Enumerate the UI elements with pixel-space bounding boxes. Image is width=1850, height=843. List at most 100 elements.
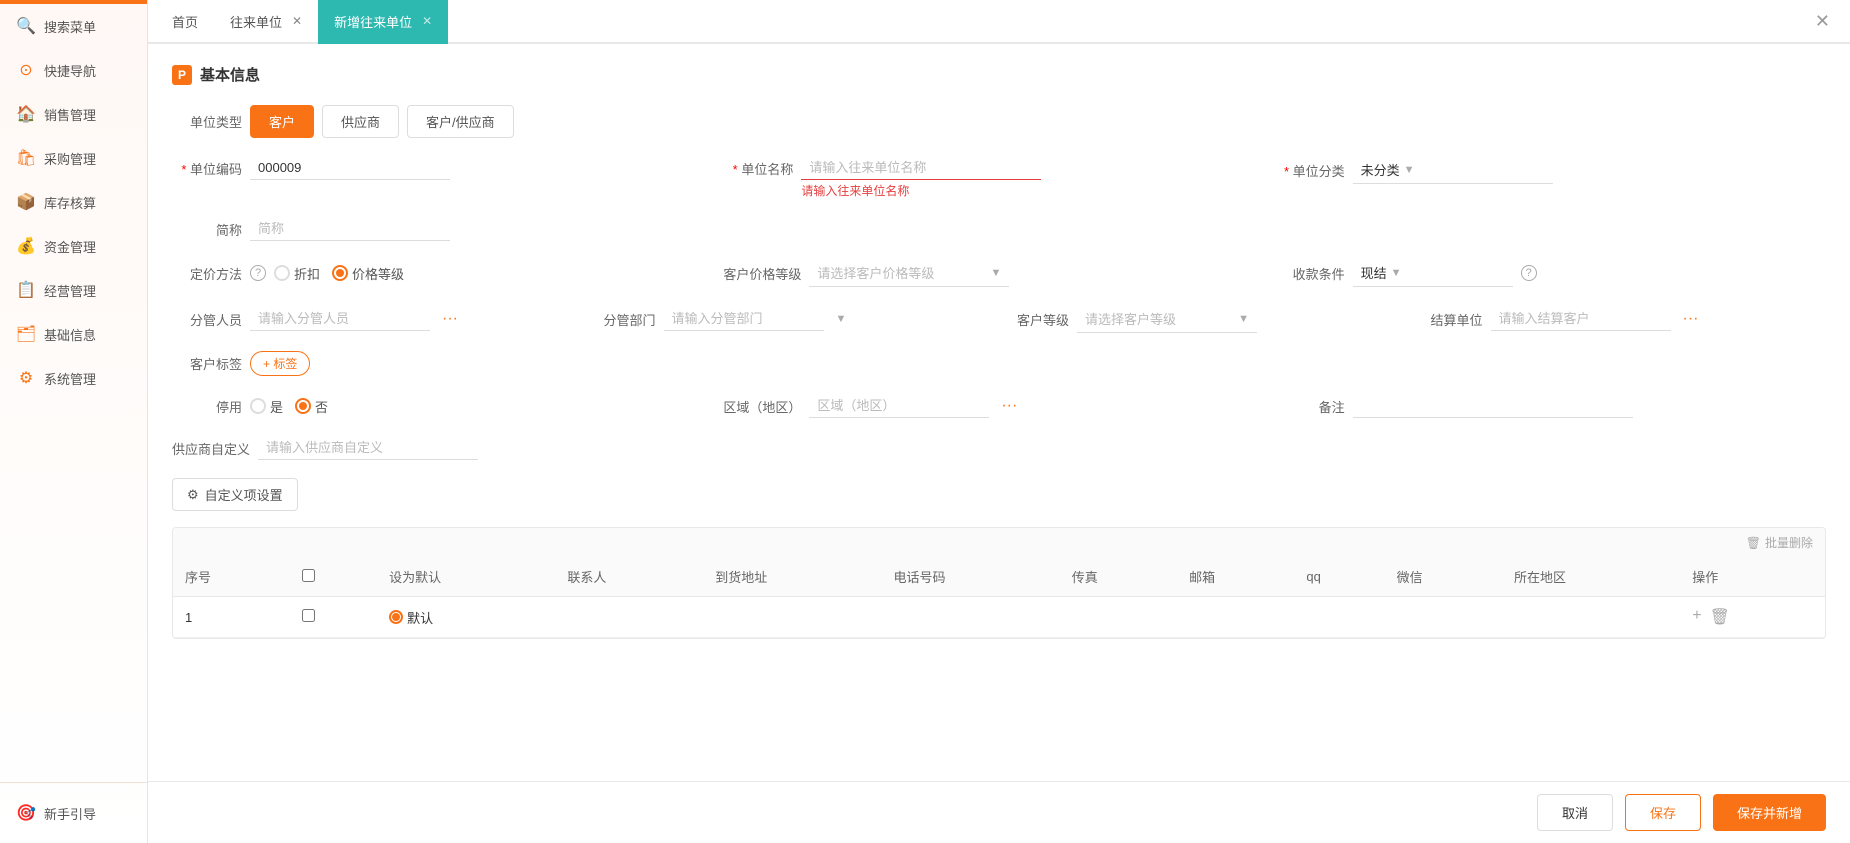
save-button[interactable]: 保存 <box>1625 794 1701 831</box>
radio-yes-label: 是 <box>270 397 283 416</box>
sidebar-item-search[interactable]: 🔍 搜索菜单 <box>0 4 147 48</box>
col-address: 到货地址 <box>703 557 881 597</box>
sidebar-item-purchase[interactable]: 🛍 采购管理 <box>0 136 147 180</box>
sidebar-item-operations[interactable]: 📋 经营管理 <box>0 268 147 312</box>
col-default: 设为默认 <box>377 557 555 597</box>
customer-price-level-select[interactable]: 请选择客户价格等级 ▼ <box>809 259 1009 287</box>
radio-yes-circle <box>250 398 266 414</box>
payment-help-icon[interactable]: ? <box>1521 265 1537 281</box>
sidebar-item-inventory[interactable]: 📦 库存核算 <box>0 180 147 224</box>
section-title: P 基本信息 <box>172 64 1826 85</box>
cell-wechat <box>1385 597 1502 638</box>
section-icon: P <box>172 65 192 85</box>
close-all-tabs-button[interactable]: ✕ <box>1803 11 1842 32</box>
sidebar-item-guide[interactable]: 🎯 新手引导 <box>0 791 147 835</box>
tags-label: 客户标签 <box>172 354 242 373</box>
abbr-label: 简称 <box>172 220 242 239</box>
category-arrow-icon: ▼ <box>1404 164 1415 176</box>
cell-email <box>1177 597 1294 638</box>
col-phone: 电话号码 <box>882 557 1060 597</box>
custom-settings-label: 自定义项设置 <box>205 485 283 504</box>
btn-supplier[interactable]: 供应商 <box>322 105 399 138</box>
department-input[interactable] <box>664 307 824 331</box>
radio-no[interactable]: 否 <box>295 397 328 416</box>
sidebar-item-system[interactable]: ⚙ 系统管理 <box>0 356 147 400</box>
unit-name-field: 单位名称 请输入往来单位名称 <box>723 156 1274 199</box>
payment-terms-select[interactable]: 现结 ▼ <box>1353 259 1513 287</box>
manager-row: 分管人员 ··· 分管部门 ▼ 客户等级 请选择客户等级 ▼ 结算单位 ··· <box>172 305 1826 333</box>
manager-more-icon[interactable]: ··· <box>438 310 462 328</box>
manager-input[interactable] <box>250 307 430 331</box>
cell-contact <box>555 597 703 638</box>
remark-input[interactable] <box>1353 394 1633 418</box>
tab-home[interactable]: 首页 <box>156 0 214 44</box>
tags-row: 客户标签 + 标签 <box>172 351 1826 376</box>
payment-terms-arrow-icon: ▼ <box>1391 267 1402 279</box>
payment-terms-field: 收款条件 现结 ▼ ? <box>1275 259 1826 287</box>
row-checkbox[interactable] <box>302 609 315 622</box>
sidebar-item-sales[interactable]: 🏠 销售管理 <box>0 92 147 136</box>
radio-price-level-circle <box>332 265 348 281</box>
trash-icon: 🗑 <box>1746 536 1761 550</box>
col-fax: 传真 <box>1060 557 1177 597</box>
customer-level-select[interactable]: 请选择客户等级 ▼ <box>1077 305 1257 333</box>
cell-qq <box>1294 597 1384 638</box>
add-row-icon[interactable]: + <box>1692 607 1701 627</box>
cell-check <box>290 597 377 638</box>
cancel-button[interactable]: 取消 <box>1537 794 1613 831</box>
sidebar-item-basic-info[interactable]: 🗂 基础信息 <box>0 312 147 356</box>
settlement-more-icon[interactable]: ··· <box>1679 310 1703 328</box>
sidebar-bottom: 🎯 新手引导 <box>0 782 147 843</box>
unit-name-input[interactable] <box>801 156 1041 180</box>
col-wechat: 微信 <box>1385 557 1502 597</box>
price-level-placeholder: 请选择客户价格等级 <box>817 263 986 282</box>
abbr-input[interactable] <box>250 217 450 241</box>
tab-partners[interactable]: 往来单位 ✕ <box>214 0 318 44</box>
customer-price-level-field: 客户价格等级 请选择客户价格等级 ▼ <box>723 259 1274 287</box>
btn-both[interactable]: 客户/供应商 <box>407 105 514 138</box>
cell-address <box>703 597 881 638</box>
finance-icon: 💰 <box>16 236 36 256</box>
settlement-input[interactable] <box>1491 307 1671 331</box>
select-all-checkbox[interactable] <box>302 569 315 582</box>
sidebar-item-quick-nav[interactable]: ⊙ 快捷导航 <box>0 48 147 92</box>
main-area: 首页 往来单位 ✕ 新增往来单位 ✕ ✕ P 基本信息 单位类型 客户 供应商 … <box>148 0 1850 843</box>
contacts-table: 序号 设为默认 联系人 到货地址 电话号码 传真 邮箱 qq 微信 所在地区 操… <box>173 557 1825 638</box>
radio-no-circle <box>295 398 311 414</box>
region-more-icon[interactable]: ··· <box>997 397 1021 415</box>
delete-row-icon[interactable]: 🗑 <box>1710 607 1730 627</box>
supplier-custom-input[interactable] <box>258 436 478 460</box>
tab-home-label: 首页 <box>172 12 198 31</box>
pricing-help-icon[interactable]: ? <box>250 265 266 281</box>
unit-category-value: 未分类 <box>1361 160 1400 179</box>
cell-phone <box>882 597 1060 638</box>
tab-partners-close[interactable]: ✕ <box>292 14 302 28</box>
sales-icon: 🏠 <box>16 104 36 124</box>
region-input[interactable] <box>809 394 989 418</box>
basic-info-icon: 🗂 <box>16 324 36 344</box>
custom-settings-button[interactable]: ⚙ 自定义项设置 <box>172 478 298 511</box>
radio-yes[interactable]: 是 <box>250 397 283 416</box>
tab-new-partner[interactable]: 新增往来单位 ✕ <box>318 0 448 44</box>
radio-discount[interactable]: 折扣 <box>274 264 320 283</box>
sidebar-item-label: 库存核算 <box>44 193 96 212</box>
home-icon: ⊙ <box>16 60 36 80</box>
tab-new-partner-close[interactable]: ✕ <box>422 14 432 28</box>
remark-label: 备注 <box>1275 397 1345 416</box>
btn-customer[interactable]: 客户 <box>250 105 314 138</box>
radio-price-level[interactable]: 价格等级 <box>332 264 404 283</box>
unit-code-label: 单位编码 <box>172 159 242 178</box>
sidebar-item-label: 销售管理 <box>44 105 96 124</box>
batch-delete-button[interactable]: 🗑 批量删除 <box>1746 534 1813 551</box>
default-radio[interactable] <box>389 610 403 624</box>
add-tag-button[interactable]: + 标签 <box>250 351 310 376</box>
unit-type-label: 单位类型 <box>172 112 242 131</box>
sidebar-item-finance[interactable]: 💰 资金管理 <box>0 224 147 268</box>
guide-icon: 🎯 <box>16 803 36 823</box>
purchase-icon: 🛍 <box>16 148 36 168</box>
unit-code-input[interactable] <box>250 156 450 180</box>
row-actions: + 🗑 <box>1692 607 1813 627</box>
sidebar-item-label: 新手引导 <box>44 804 96 823</box>
save-and-new-button[interactable]: 保存并新增 <box>1713 794 1826 831</box>
unit-category-select[interactable]: 未分类 ▼ <box>1353 156 1553 184</box>
